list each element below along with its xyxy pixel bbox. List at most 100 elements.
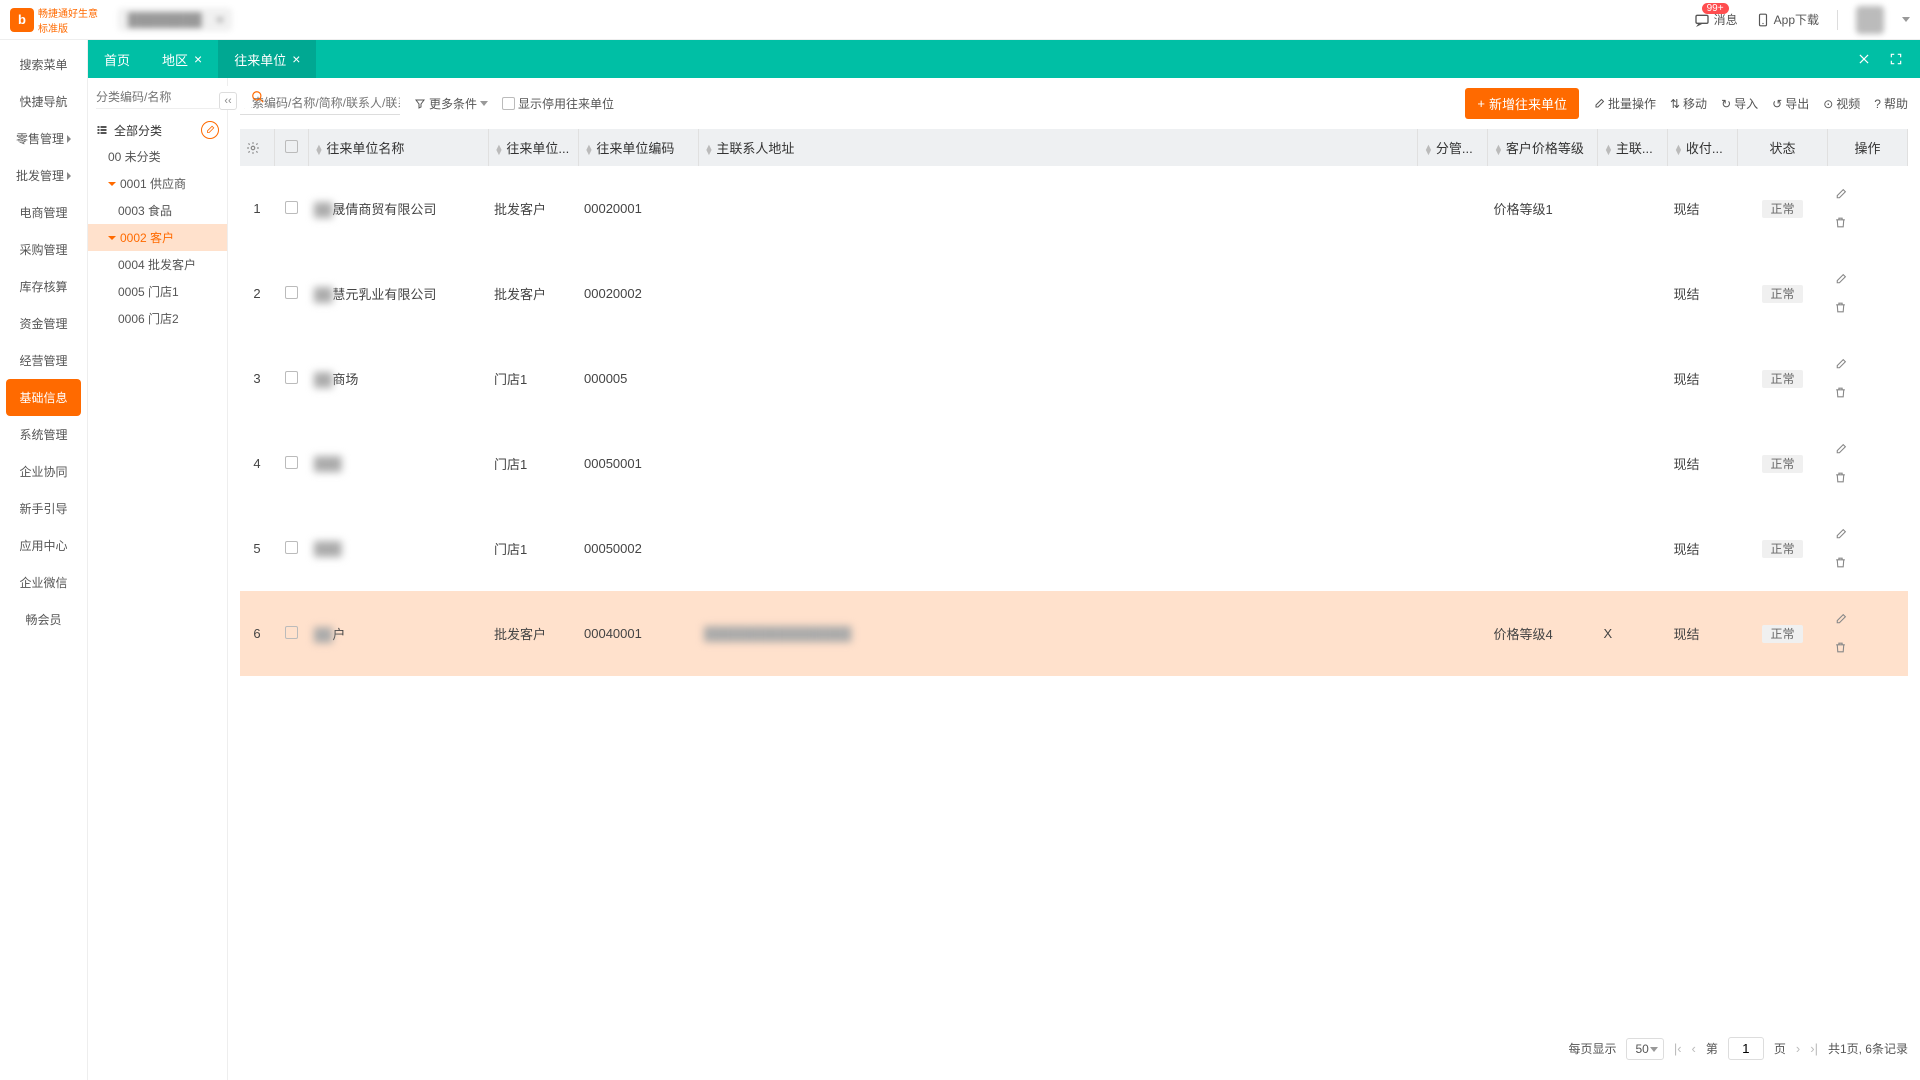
- delete-icon[interactable]: [1834, 556, 1902, 569]
- close-icon[interactable]: ×: [194, 51, 202, 67]
- table-row[interactable]: 1██晟倩商贸有限公司批发客户00020001价格等级1现结正常: [240, 166, 1908, 251]
- delete-icon[interactable]: [1834, 471, 1902, 484]
- tree-node[interactable]: 0003 食品: [88, 197, 227, 224]
- sidebar-item[interactable]: 经营管理: [0, 342, 87, 379]
- col-code[interactable]: ▲▼往来单位编码: [578, 129, 698, 166]
- pagination-summary: 共1页, 6条记录: [1828, 1040, 1908, 1057]
- table-row[interactable]: 2██慧元乳业有限公司批发客户00020002现结正常: [240, 251, 1908, 336]
- edit-icon[interactable]: [1834, 613, 1902, 626]
- sidebar-item[interactable]: 快捷导航: [0, 83, 87, 120]
- row-checkbox[interactable]: [285, 456, 298, 469]
- row-checkbox[interactable]: [285, 541, 298, 554]
- move-button[interactable]: ⇅ 移动: [1670, 95, 1707, 112]
- edit-icon[interactable]: [201, 121, 219, 139]
- delete-icon[interactable]: [1834, 386, 1902, 399]
- tab[interactable]: 往来单位×: [218, 40, 316, 78]
- delete-icon[interactable]: [1834, 216, 1902, 229]
- prev-page-icon[interactable]: ‹: [1692, 1041, 1696, 1056]
- table-row[interactable]: 5███门店100050002现结正常: [240, 506, 1908, 591]
- company-selector[interactable]: ████████: [118, 8, 232, 31]
- col-manager[interactable]: ▲▼分管...: [1418, 129, 1488, 166]
- col-payment[interactable]: ▲▼收付...: [1668, 129, 1738, 166]
- message-button[interactable]: 消息 99+: [1694, 11, 1738, 28]
- chevron-down-icon: [1650, 1047, 1658, 1052]
- gear-column[interactable]: [240, 129, 274, 166]
- first-page-icon[interactable]: |‹: [1674, 1041, 1682, 1056]
- checkbox-column[interactable]: [274, 129, 308, 166]
- help-button[interactable]: ? 帮助: [1874, 95, 1908, 112]
- last-page-icon[interactable]: ›|: [1810, 1041, 1818, 1056]
- more-filter-button[interactable]: 更多条件: [414, 95, 488, 112]
- row-checkbox[interactable]: [285, 371, 298, 384]
- edit-icon[interactable]: [1834, 358, 1902, 371]
- import-button[interactable]: ↻ 导入: [1721, 95, 1758, 112]
- edit-icon[interactable]: [1834, 443, 1902, 456]
- tab[interactable]: 地区×: [146, 40, 218, 78]
- sidebar-item[interactable]: 新手引导: [0, 490, 87, 527]
- delete-icon[interactable]: [1834, 301, 1902, 314]
- avatar[interactable]: [1856, 6, 1884, 34]
- tree-node[interactable]: 0005 门店1: [88, 278, 227, 305]
- col-price-level[interactable]: ▲▼客户价格等级: [1488, 129, 1598, 166]
- fullscreen-icon[interactable]: [1884, 47, 1908, 71]
- table-row[interactable]: 4███门店100050001现结正常: [240, 421, 1908, 506]
- show-disabled-checkbox[interactable]: 显示停用往来单位: [502, 95, 614, 112]
- close-icon[interactable]: ×: [292, 51, 300, 67]
- tree-all-label[interactable]: 全部分类: [114, 122, 162, 139]
- status-badge: 正常: [1762, 540, 1802, 558]
- tree-node[interactable]: 0002 客户: [88, 224, 227, 251]
- status-badge: 正常: [1762, 455, 1802, 473]
- chevron-down-icon: [480, 101, 488, 106]
- chevron-down-icon[interactable]: [1902, 17, 1910, 22]
- edit-icon[interactable]: [1834, 188, 1902, 201]
- batch-button[interactable]: 批量操作: [1593, 95, 1656, 112]
- sidebar-item[interactable]: 应用中心: [0, 527, 87, 564]
- sidebar-item[interactable]: 企业微信: [0, 564, 87, 601]
- tree-node[interactable]: 0004 批发客户: [88, 251, 227, 278]
- add-new-button[interactable]: + 新增往来单位: [1465, 88, 1579, 119]
- collapse-tree-icon[interactable]: ‹‹: [219, 92, 237, 110]
- sidebar-item[interactable]: 系统管理: [0, 416, 87, 453]
- sidebar-item[interactable]: 批发管理: [0, 157, 87, 194]
- close-tab-icon[interactable]: [1852, 47, 1876, 71]
- sidebar-item[interactable]: 电商管理: [0, 194, 87, 231]
- export-button[interactable]: ↺ 导出: [1772, 95, 1809, 112]
- col-address[interactable]: ▲▼主联系人地址: [698, 129, 1418, 166]
- sidebar-item[interactable]: 资金管理: [0, 305, 87, 342]
- data-table: ▲▼往来单位名称 ▲▼往来单位... ▲▼往来单位编码 ▲▼主联系人地址 ▲▼分…: [240, 129, 1908, 676]
- table-row[interactable]: 3██商场门店1000005现结正常: [240, 336, 1908, 421]
- col-contact[interactable]: ▲▼主联...: [1598, 129, 1668, 166]
- col-name[interactable]: ▲▼往来单位名称: [308, 129, 488, 166]
- next-page-icon[interactable]: ›: [1796, 1041, 1800, 1056]
- sidebar: 搜索菜单快捷导航零售管理批发管理电商管理采购管理库存核算资金管理经营管理基础信息…: [0, 40, 88, 1080]
- app-download-button[interactable]: App下载: [1756, 11, 1819, 28]
- edit-icon[interactable]: [1834, 528, 1902, 541]
- row-checkbox[interactable]: [285, 626, 298, 639]
- col-type[interactable]: ▲▼往来单位...: [488, 129, 578, 166]
- tree-node[interactable]: 00 未分类: [88, 143, 227, 170]
- search-icon[interactable]: [251, 90, 265, 104]
- logo: b 畅捷通好生意 标准版: [10, 5, 98, 35]
- per-page-select[interactable]: 50: [1626, 1038, 1663, 1060]
- row-checkbox[interactable]: [285, 201, 298, 214]
- page-suffix: 页: [1774, 1040, 1786, 1057]
- sidebar-item[interactable]: 采购管理: [0, 231, 87, 268]
- delete-icon[interactable]: [1834, 641, 1902, 654]
- sidebar-item[interactable]: 搜索菜单: [0, 46, 87, 83]
- sidebar-item[interactable]: 零售管理: [0, 120, 87, 157]
- table-row[interactable]: 6██户批发客户00040001████████████████价格等级4X现结…: [240, 591, 1908, 676]
- tree-node[interactable]: 0001 供应商: [88, 170, 227, 197]
- video-button[interactable]: ⊙ 视频: [1823, 95, 1860, 112]
- col-status[interactable]: 状态: [1738, 129, 1828, 166]
- sidebar-item[interactable]: 企业协同: [0, 453, 87, 490]
- chevron-down-icon: [216, 18, 224, 23]
- row-checkbox[interactable]: [285, 286, 298, 299]
- logo-text: 畅捷通好生意 标准版: [38, 5, 98, 35]
- sidebar-item[interactable]: 基础信息: [6, 379, 81, 416]
- tab[interactable]: 首页: [88, 40, 146, 78]
- tree-node[interactable]: 0006 门店2: [88, 305, 227, 332]
- page-input[interactable]: [1728, 1037, 1764, 1060]
- sidebar-item[interactable]: 畅会员: [0, 601, 87, 638]
- sidebar-item[interactable]: 库存核算: [0, 268, 87, 305]
- edit-icon[interactable]: [1834, 273, 1902, 286]
